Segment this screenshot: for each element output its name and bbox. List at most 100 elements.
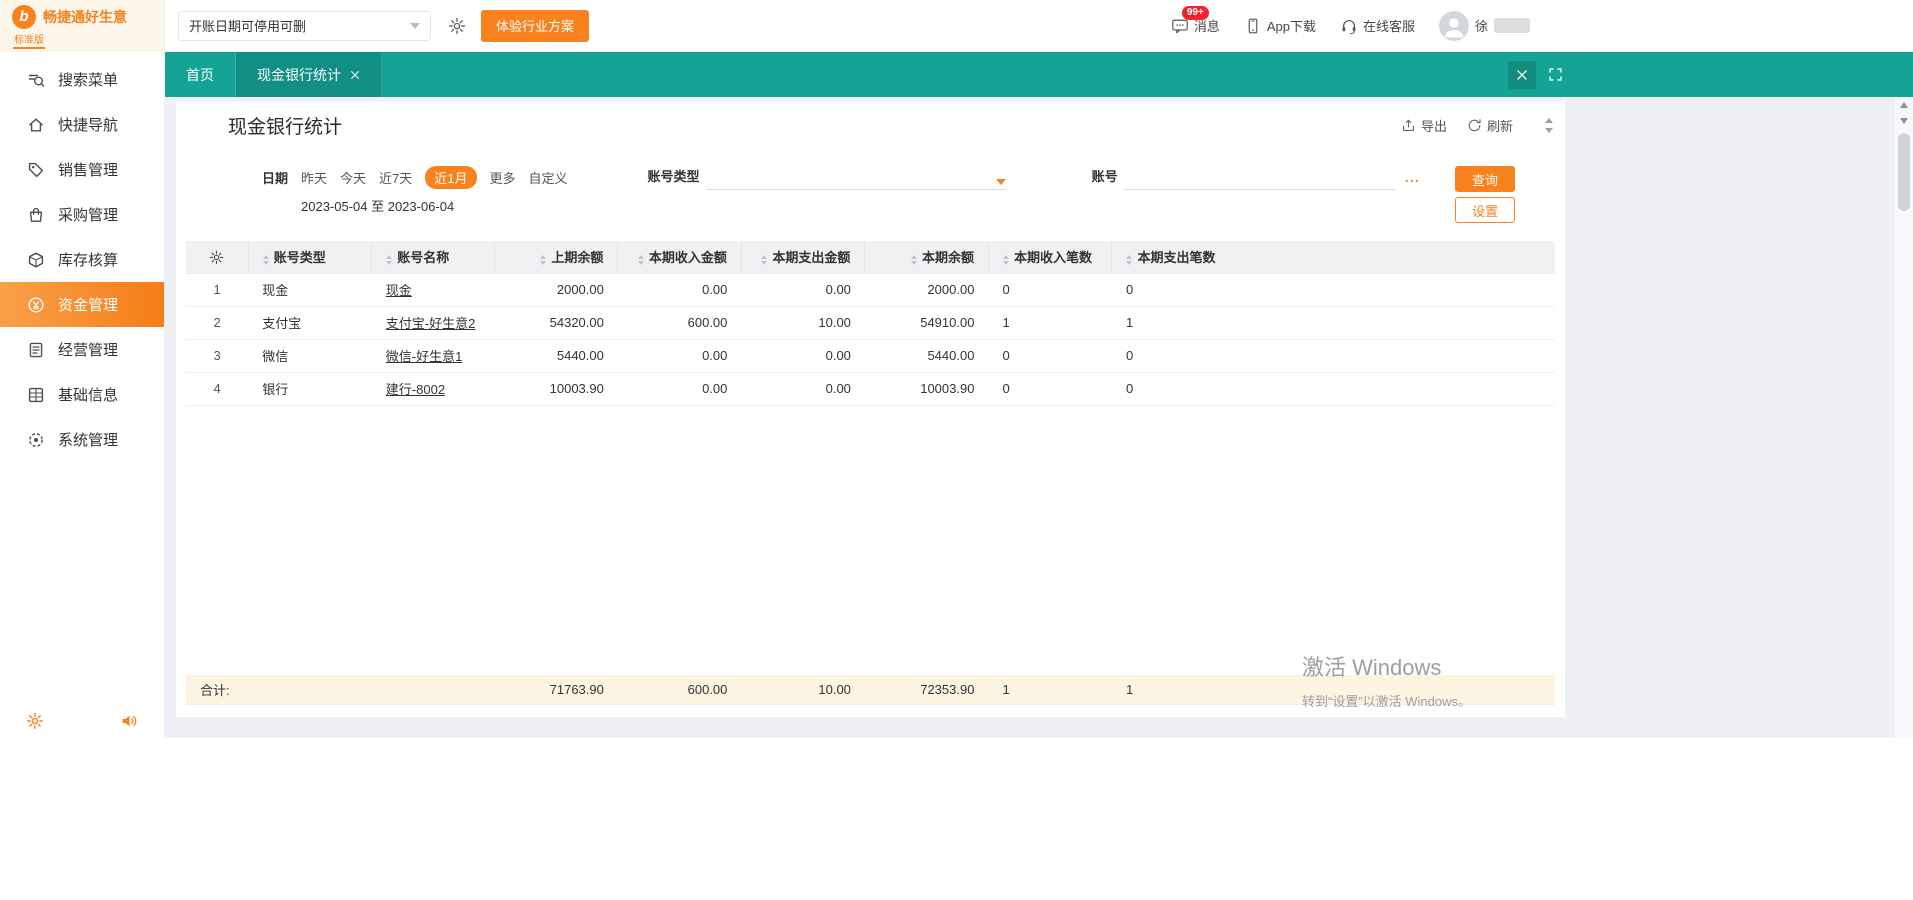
messages-badge: 99+ (1181, 6, 1209, 20)
scroll-down-arrow[interactable] (1894, 113, 1913, 129)
app-download-button[interactable]: App下载 (1244, 16, 1316, 35)
fullscreen-icon[interactable] (1548, 67, 1563, 82)
cell-row-index: 2 (186, 306, 249, 340)
cell-closing-balance: 2000.00 (864, 273, 989, 307)
sidebar-item-sales[interactable]: 销售管理 (0, 147, 164, 192)
table-row[interactable]: 4 银行 建行-8002 10003.90 0.00 0.00 10003.90 0 0 (186, 372, 1555, 406)
table-row[interactable]: 1 现金 现金 2000.00 0.00 0.00 2000.00 0 0 (186, 273, 1555, 307)
cell-expense-count: 0 (1111, 372, 1555, 406)
account-name-link[interactable]: 建行-8002 (386, 382, 445, 397)
tab-cash-bank-stats[interactable]: 现金银行统计 (236, 52, 382, 97)
cell-opening-balance: 2000.00 (494, 273, 618, 307)
sidebar-item-label: 系统管理 (58, 432, 119, 449)
filter-bar: 日期 昨天 今天 近7天 近1月 更多 自定义 2023-05-04 至 2023-06-… (176, 149, 1565, 241)
cell-account-name: 微信-好生意1 (371, 339, 495, 373)
sidebar-item-operations[interactable]: 经营管理 (0, 327, 164, 372)
scroll-up-arrow[interactable] (1894, 97, 1913, 113)
sidebar-item-system[interactable]: 系统管理 (0, 417, 164, 462)
cell-account-name: 支付宝-好生意2 (371, 306, 495, 340)
column-header-period-expense[interactable]: 本期支出金额 (741, 241, 866, 274)
cell-account-type: 微信 (248, 339, 372, 373)
account-type-select[interactable] (705, 166, 1006, 190)
column-header-label: 上期余额 (551, 250, 604, 266)
sidebar-item-quick-nav[interactable]: 快捷导航 (0, 102, 164, 147)
cell-account-type: 现金 (248, 273, 372, 307)
inventory-icon (27, 251, 45, 269)
sidebar-item-label: 基础信息 (58, 387, 119, 404)
tab-list: 首页 现金银行统计 (165, 52, 382, 97)
total-row-cells: 合计: 71763.90 600.00 10.00 72353.90 1 1 (186, 674, 1555, 705)
cell-period-expense: 10.00 (741, 306, 865, 340)
date-range-value[interactable]: 2023-05-04 至 2023-06-04 (301, 196, 568, 215)
table-row[interactable]: 3 微信 微信-好生意1 5440.00 0.00 0.00 5440.00 0 0 (186, 339, 1555, 373)
panel-scroll-arrows-icon[interactable] (1545, 117, 1553, 133)
query-button[interactable]: 查询 (1455, 166, 1515, 192)
chevron-down-icon (995, 179, 1006, 185)
date-option-last-1-month[interactable]: 近1月 (425, 166, 477, 189)
tab-close-icon[interactable] (350, 70, 360, 80)
column-header-account-type[interactable]: 账号类型 (248, 241, 373, 274)
total-row: 合计: 71763.90 600.00 10.00 72353.90 1 1 (186, 674, 1555, 705)
column-header-opening-balance[interactable]: 上期余额 (494, 241, 619, 274)
user-menu[interactable]: 徐 (1438, 10, 1530, 41)
base-info-icon (27, 386, 45, 404)
tab-home[interactable]: 首页 (165, 52, 236, 97)
trial-solution-button[interactable]: 体验行业方案 (481, 9, 590, 42)
export-button[interactable]: 导出 (1401, 116, 1447, 135)
app-logo: b 畅捷通好生意 标准版 (0, 0, 164, 52)
cell-expense-count: 0 (1111, 273, 1555, 307)
column-header-income-count[interactable]: 本期收入笔数 (988, 241, 1113, 274)
table-area: 账号类型 账号名称 上期余额 本期收入金额 本期支出金额 本期余额 本期收入笔数 本期支出笔数… (176, 241, 1565, 717)
export-label: 导出 (1420, 118, 1447, 134)
account-set-select[interactable]: 开账日期可停用可删 (178, 10, 431, 41)
vertical-scrollbar[interactable] (1893, 97, 1913, 738)
date-option-last-7-days[interactable]: 近7天 (379, 168, 412, 187)
column-header-expense-count[interactable]: 本期支出笔数 (1111, 241, 1555, 274)
cell-period-income: 0.00 (617, 372, 742, 406)
filter-buttons: 查询 设置 (1455, 166, 1515, 223)
sort-icon (386, 254, 393, 265)
topbar-gear-icon[interactable] (448, 17, 466, 35)
settings-gear-icon[interactable] (26, 712, 44, 730)
column-header-closing-balance[interactable]: 本期余额 (864, 241, 989, 274)
avatar (1438, 10, 1469, 41)
date-option-more[interactable]: 更多 (490, 168, 516, 187)
total-account-type (248, 674, 372, 705)
scrollbar-thumb[interactable] (1898, 133, 1910, 211)
online-service-button[interactable]: 在线客服 (1340, 16, 1415, 35)
account-input[interactable] (1123, 166, 1396, 190)
close-tabs-button[interactable] (1508, 60, 1536, 89)
sidebar: b 畅捷通好生意 标准版 搜索菜单 快捷导航 销售管理 采购管理 库存核算 资金管理 经营管… (0, 0, 165, 738)
date-option-yesterday[interactable]: 昨天 (301, 168, 327, 187)
account-picker-button[interactable] (1405, 166, 1421, 190)
gear-icon (209, 250, 224, 265)
total-label: 合计: (186, 674, 249, 705)
cell-income-count: 0 (988, 273, 1112, 307)
table-column-settings-button[interactable] (186, 241, 249, 274)
sidebar-item-base-info[interactable]: 基础信息 (0, 372, 164, 417)
sidebar-item-search-menu[interactable]: 搜索菜单 (0, 57, 164, 102)
sort-icon (761, 254, 768, 265)
table-row[interactable]: 2 支付宝 支付宝-好生意2 54320.00 600.00 10.00 54910.00 1… (186, 306, 1555, 340)
account-name-link[interactable]: 现金 (386, 283, 412, 298)
cell-account-name: 建行-8002 (371, 372, 495, 406)
date-option-custom[interactable]: 自定义 (529, 168, 568, 187)
account-name-link[interactable]: 支付宝-好生意2 (386, 316, 476, 331)
sidebar-bottom (0, 712, 164, 730)
account-type-label: 账号类型 (647, 169, 700, 184)
refresh-button[interactable]: 刷新 (1467, 116, 1513, 135)
account-set-value: 开账日期可停用可删 (189, 19, 307, 34)
column-header-period-income[interactable]: 本期收入金额 (617, 241, 742, 274)
date-option-today[interactable]: 今天 (340, 168, 366, 187)
messages-button[interactable]: 99+ 消息 (1171, 6, 1220, 35)
settings-button[interactable]: 设置 (1455, 197, 1515, 223)
account-name-link[interactable]: 微信-好生意1 (386, 349, 463, 364)
cell-row-index: 1 (186, 273, 249, 307)
funds-icon (27, 296, 45, 314)
sidebar-item-inventory[interactable]: 库存核算 (0, 237, 164, 282)
sidebar-item-purchase[interactable]: 采购管理 (0, 192, 164, 237)
cell-closing-balance: 10003.90 (864, 372, 989, 406)
column-header-account-name[interactable]: 账号名称 (371, 241, 495, 274)
sidebar-item-funds[interactable]: 资金管理 (0, 282, 164, 327)
announcement-speaker-icon[interactable] (120, 712, 138, 730)
